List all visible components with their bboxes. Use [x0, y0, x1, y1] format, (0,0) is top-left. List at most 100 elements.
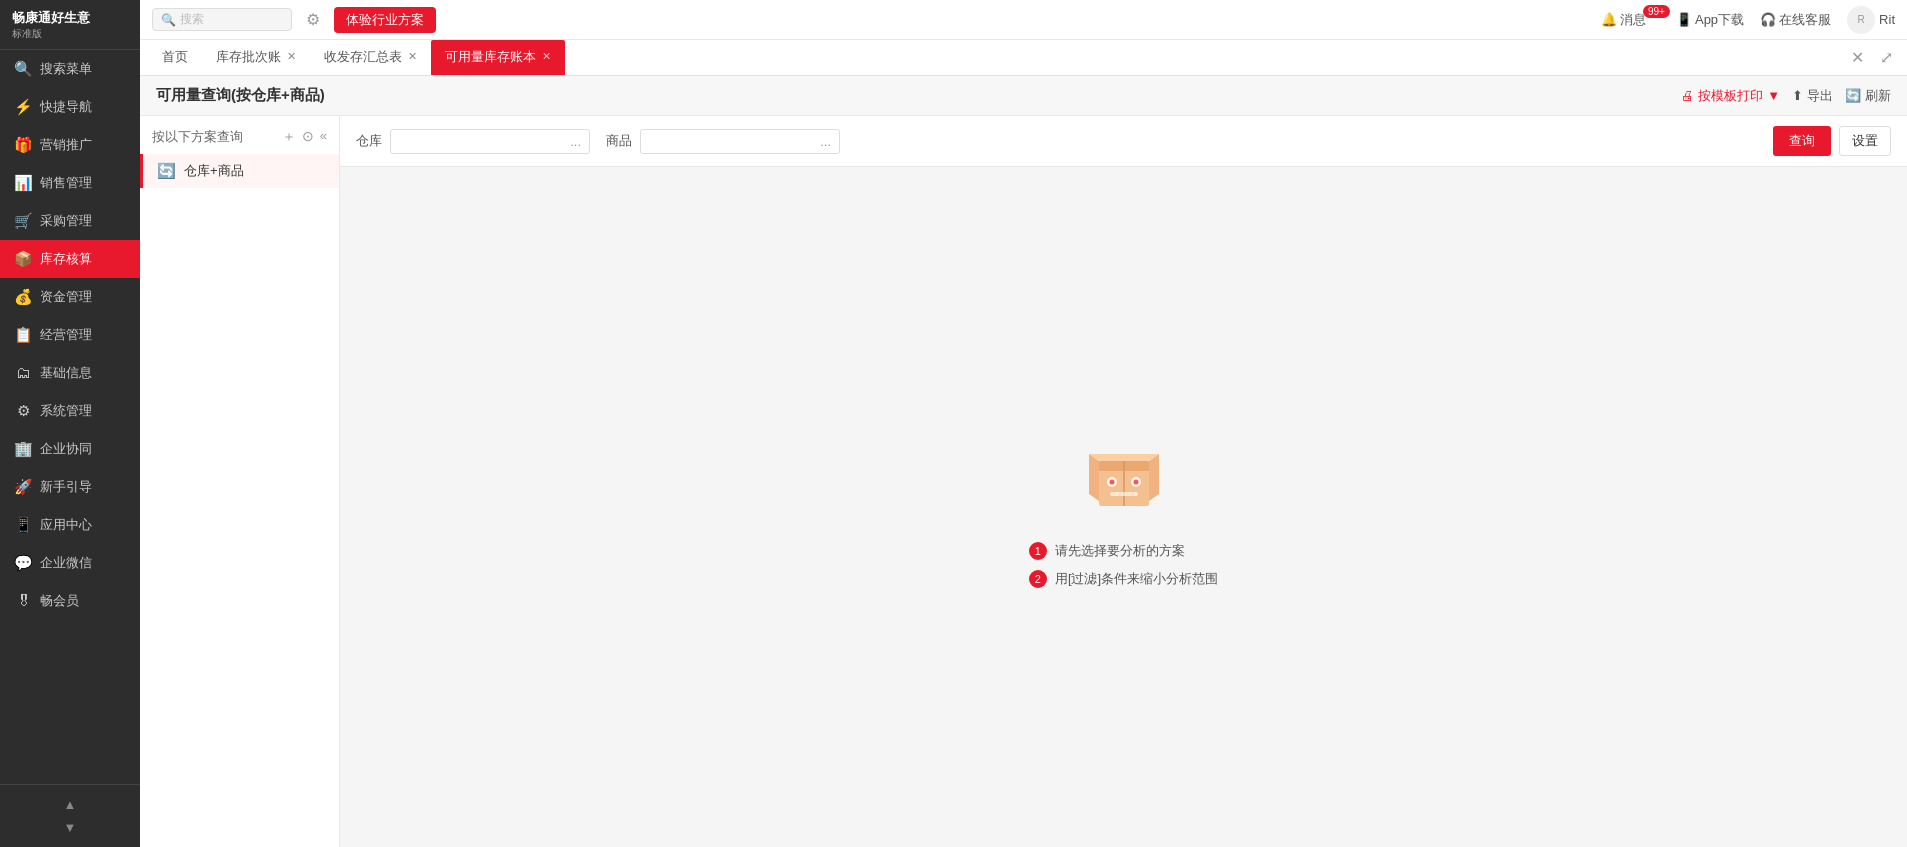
- collapse-filter-button[interactable]: «: [320, 128, 327, 146]
- tab-close-batch[interactable]: ✕: [287, 50, 296, 63]
- query-area: 仓库 ... 商品 ... 查询 设置: [340, 116, 1907, 847]
- sidebar-item-newbie[interactable]: 🚀 新手引导: [0, 468, 140, 506]
- message-badge: 99+: [1643, 5, 1670, 18]
- sidebar-item-label: 系统管理: [40, 402, 92, 420]
- filter-item-warehouse-product[interactable]: 🔄 仓库+商品: [140, 154, 339, 188]
- tabbar: 首页 库存批次账 ✕ 收发存汇总表 ✕ 可用量库存账本 ✕ ✕ ⤢: [140, 40, 1907, 76]
- logo-subtitle: 标准版: [12, 27, 128, 41]
- close-tab-button[interactable]: ✕: [1845, 46, 1870, 69]
- user-name: Rit: [1879, 12, 1895, 27]
- print-label: 按模板打印: [1698, 87, 1763, 105]
- sidebar-item-finance[interactable]: 💰 资金管理: [0, 278, 140, 316]
- sidebar-item-search[interactable]: 🔍 搜索菜单: [0, 50, 140, 88]
- sidebar-item-label: 营销推广: [40, 136, 92, 154]
- warehouse-field: 仓库 ...: [356, 129, 590, 154]
- phone-icon: 📱: [1676, 12, 1692, 27]
- cart-icon: 🛒: [14, 212, 32, 230]
- app-label: App下载: [1695, 11, 1744, 29]
- gear-icon: ⚙: [14, 402, 32, 420]
- sidebar-item-label: 搜索菜单: [40, 60, 92, 78]
- content-area: 按以下方案查询 ＋ ⊙ « 🔄 仓库+商品 仓库 ...: [140, 116, 1907, 847]
- topbar-search-box[interactable]: 🔍 搜索: [152, 8, 292, 31]
- filter-settings-button[interactable]: ⊙: [302, 128, 314, 146]
- print-dropdown-icon[interactable]: ▼: [1767, 88, 1780, 103]
- product-label: 商品: [606, 132, 632, 150]
- sidebar-scroll: 🔍 搜索菜单 ⚡ 快捷导航 🎁 营销推广 📊 销售管理 🛒 采购管理 📦 库存核…: [0, 50, 140, 784]
- empty-hint-1: 1 请先选择要分析的方案: [1029, 542, 1218, 560]
- sidebar-item-appcenter[interactable]: 📱 应用中心: [0, 506, 140, 544]
- sidebar-item-inventory[interactable]: 📦 库存核算: [0, 240, 140, 278]
- refresh-button[interactable]: 🔄 刷新: [1845, 87, 1891, 105]
- tab-receipt-summary[interactable]: 收发存汇总表 ✕: [310, 40, 431, 75]
- scroll-up-btn[interactable]: ▲: [0, 793, 140, 816]
- print-button[interactable]: 🖨 按模板打印 ▼: [1681, 87, 1780, 105]
- sidebar-item-shortcut[interactable]: ⚡ 快捷导航: [0, 88, 140, 126]
- sidebar-item-basicinfo[interactable]: 🗂 基础信息: [0, 354, 140, 392]
- sidebar-item-wechat[interactable]: 💬 企业微信: [0, 544, 140, 582]
- sidebar-item-label: 资金管理: [40, 288, 92, 306]
- add-filter-button[interactable]: ＋: [282, 128, 296, 146]
- empty-hints: 1 请先选择要分析的方案 2 用[过滤]条件来缩小分析范围: [1029, 542, 1218, 588]
- tab-batch-ledger-label: 库存批次账: [216, 48, 281, 66]
- tab-available-ledger-label: 可用量库存账本: [445, 48, 536, 66]
- tab-receipt-summary-label: 收发存汇总表: [324, 48, 402, 66]
- app-download-button[interactable]: 📱 App下载: [1676, 11, 1744, 29]
- shortcut-icon: ⚡: [14, 98, 32, 116]
- bell-icon: 🔔: [1601, 12, 1617, 27]
- message-label: 消息: [1620, 11, 1646, 29]
- sidebar-item-marketing[interactable]: 🎁 营销推广: [0, 126, 140, 164]
- rocket-icon: 🚀: [14, 478, 32, 496]
- sidebar-item-sales[interactable]: 📊 销售管理: [0, 164, 140, 202]
- tab-batch-ledger[interactable]: 库存批次账 ✕: [202, 40, 310, 75]
- product-input[interactable]: ...: [640, 129, 840, 154]
- sidebar-logo: 畅康通好生意 标准版: [0, 0, 140, 50]
- product-field: 商品 ...: [606, 129, 840, 154]
- hint-text-1: 请先选择要分析的方案: [1055, 542, 1185, 560]
- search-icon: 🔍: [161, 13, 176, 27]
- tab-available-ledger[interactable]: 可用量库存账本 ✕: [431, 40, 565, 75]
- hint-text-2: 用[过滤]条件来缩小分析范围: [1055, 570, 1218, 588]
- filter-header-label: 按以下方案查询: [152, 128, 243, 146]
- sidebar-bottom: ▲ ▼: [0, 784, 140, 847]
- online-service-button[interactable]: 🎧 在线客服: [1760, 11, 1831, 29]
- product-more-icon[interactable]: ...: [820, 134, 831, 149]
- sidebar: 畅康通好生意 标准版 🔍 搜索菜单 ⚡ 快捷导航 🎁 营销推广 📊 销售管理 🛒…: [0, 0, 140, 847]
- chat-icon: 💬: [14, 554, 32, 572]
- solution-button[interactable]: 体验行业方案: [334, 7, 436, 33]
- sidebar-item-system[interactable]: ⚙ 系统管理: [0, 392, 140, 430]
- sidebar-item-label: 销售管理: [40, 174, 92, 192]
- sidebar-item-label: 快捷导航: [40, 98, 92, 116]
- tab-close-receipt[interactable]: ✕: [408, 50, 417, 63]
- sidebar-item-member[interactable]: 🎖 畅会员: [0, 582, 140, 620]
- search-icon: 🔍: [14, 60, 32, 78]
- tab-close-available[interactable]: ✕: [542, 50, 551, 63]
- sidebar-item-label: 新手引导: [40, 478, 92, 496]
- sidebar-item-enterprise[interactable]: 🏢 企业协同: [0, 430, 140, 468]
- maximize-tab-button[interactable]: ⤢: [1874, 46, 1899, 69]
- filter-item-label: 仓库+商品: [184, 162, 244, 180]
- settings-button[interactable]: 设置: [1839, 126, 1891, 156]
- sidebar-item-operations[interactable]: 📋 经营管理: [0, 316, 140, 354]
- empty-hint-2: 2 用[过滤]条件来缩小分析范围: [1029, 570, 1218, 588]
- warehouse-input[interactable]: ...: [390, 129, 590, 154]
- sidebar-item-label: 畅会员: [40, 592, 79, 610]
- printer-icon: 🖨: [1681, 88, 1694, 103]
- sidebar-item-purchase[interactable]: 🛒 采购管理: [0, 202, 140, 240]
- scroll-down-btn[interactable]: ▼: [0, 816, 140, 839]
- tab-home[interactable]: 首页: [148, 40, 202, 75]
- user-avatar[interactable]: R Rit: [1847, 6, 1895, 34]
- avatar-circle: R: [1847, 6, 1875, 34]
- sidebar-item-label: 经营管理: [40, 326, 92, 344]
- svg-point-8: [1109, 480, 1114, 485]
- export-button[interactable]: ⬆ 导出: [1792, 87, 1833, 105]
- warehouse-more-icon[interactable]: ...: [570, 134, 581, 149]
- message-button[interactable]: 🔔 消息 99+: [1601, 11, 1660, 29]
- sidebar-item-label: 应用中心: [40, 516, 92, 534]
- topbar-right: 🔔 消息 99+ 📱 App下载 🎧 在线客服 R Rit: [1601, 6, 1895, 34]
- query-button[interactable]: 查询: [1773, 126, 1831, 156]
- filter-item-icon: 🔄: [157, 162, 176, 180]
- svg-marker-5: [1089, 454, 1159, 461]
- main-content: 🔍 搜索 ⚙ 体验行业方案 🔔 消息 99+ 📱 App下载 🎧 在线客服 R: [140, 0, 1907, 847]
- export-icon: ⬆: [1792, 88, 1803, 103]
- settings-icon[interactable]: ⚙: [300, 8, 326, 31]
